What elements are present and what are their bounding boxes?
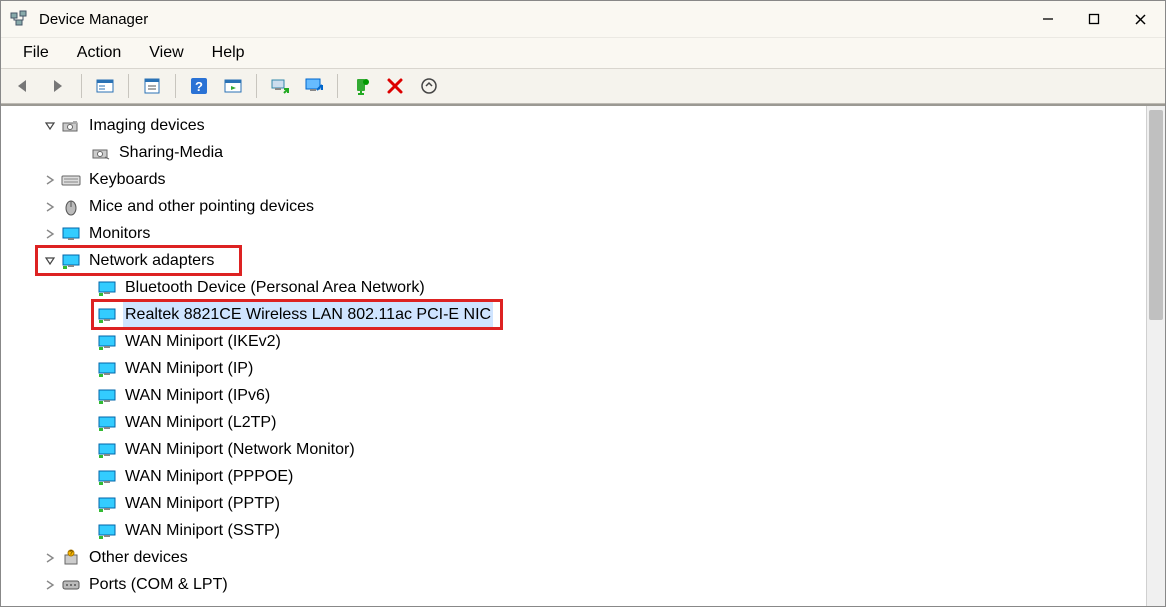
chevron-down-icon[interactable] <box>41 252 59 270</box>
show-hide-console-tree-button[interactable] <box>90 71 120 101</box>
chevron-right-icon[interactable] <box>41 225 59 243</box>
tree-node-label: Network adapters <box>87 247 216 274</box>
network-adapter-icon <box>61 251 81 271</box>
chevron-right-icon[interactable] <box>41 549 59 567</box>
mouse-icon <box>61 197 81 217</box>
maximize-button[interactable] <box>1071 3 1117 35</box>
imaging-device-icon <box>91 143 111 163</box>
chevron-right-icon[interactable] <box>41 171 59 189</box>
chevron-right-icon[interactable] <box>41 198 59 216</box>
network-adapter-icon <box>97 332 117 352</box>
vertical-scrollbar[interactable] <box>1146 106 1165 606</box>
tree-node-keyboards[interactable]: Keyboards <box>1 166 1165 193</box>
properties-button[interactable] <box>137 71 167 101</box>
tree-leaf-realtek-wireless[interactable]: Realtek 8821CE Wireless LAN 802.11ac PCI… <box>1 301 1165 328</box>
network-adapter-icon <box>97 440 117 460</box>
titlebar: Device Manager <box>1 1 1165 37</box>
back-button[interactable] <box>9 71 39 101</box>
device-manager-window: Device Manager File Action View Help ? <box>0 0 1166 607</box>
window-title: Device Manager <box>39 11 148 28</box>
tree-leaf-sharing-media[interactable]: Sharing-Media <box>1 139 1165 166</box>
toolbar-separator <box>81 74 82 98</box>
tree-leaf-wan-miniport[interactable]: WAN Miniport (IPv6) <box>1 382 1165 409</box>
uninstall-device-button[interactable] <box>380 71 410 101</box>
tree-node-label: WAN Miniport (PPTP) <box>123 490 282 517</box>
toolbar-separator <box>256 74 257 98</box>
tree-node-label: Imaging devices <box>87 112 207 139</box>
keyboard-icon <box>61 170 81 190</box>
tree-node-ports[interactable]: Ports (COM & LPT) <box>1 571 1165 598</box>
network-adapter-icon <box>97 305 117 325</box>
action-panel-button[interactable] <box>218 71 248 101</box>
app-icon <box>9 9 29 29</box>
menubar: File Action View Help <box>1 37 1165 68</box>
tree-leaf-wan-miniport[interactable]: WAN Miniport (IKEv2) <box>1 328 1165 355</box>
menu-help[interactable]: Help <box>198 40 259 66</box>
network-adapter-icon <box>97 467 117 487</box>
toolbar-separator <box>337 74 338 98</box>
tree-node-label: WAN Miniport (IKEv2) <box>123 328 283 355</box>
device-tree-panel: Imaging devices Sharing-Media Keyboards … <box>1 104 1165 606</box>
svg-text:?: ? <box>195 79 203 94</box>
tree-node-mice[interactable]: Mice and other pointing devices <box>1 193 1165 220</box>
chevron-down-icon[interactable] <box>41 117 59 135</box>
minimize-button[interactable] <box>1025 3 1071 35</box>
tree-node-label: WAN Miniport (IP) <box>123 355 255 382</box>
tree-node-label: Bluetooth Device (Personal Area Network) <box>123 274 427 301</box>
imaging-device-icon <box>61 116 81 136</box>
tree-node-label: WAN Miniport (SSTP) <box>123 517 282 544</box>
tree-node-label: WAN Miniport (IPv6) <box>123 382 272 409</box>
network-adapter-icon <box>97 386 117 406</box>
monitor-icon <box>61 224 81 244</box>
tree-leaf-wan-miniport[interactable]: WAN Miniport (PPPOE) <box>1 463 1165 490</box>
tree-leaf-wan-miniport[interactable]: WAN Miniport (SSTP) <box>1 517 1165 544</box>
network-adapter-icon <box>97 521 117 541</box>
tree-node-imaging-devices[interactable]: Imaging devices <box>1 112 1165 139</box>
tree-node-label: Monitors <box>87 220 152 247</box>
tree-node-label: Keyboards <box>87 166 168 193</box>
tree-leaf-wan-miniport[interactable]: WAN Miniport (PPTP) <box>1 490 1165 517</box>
tree-node-label: Ports (COM & LPT) <box>87 571 230 598</box>
tree-node-label: WAN Miniport (L2TP) <box>123 409 278 436</box>
tree-leaf-bluetooth-device[interactable]: Bluetooth Device (Personal Area Network) <box>1 274 1165 301</box>
network-adapter-icon <box>97 359 117 379</box>
device-tree[interactable]: Imaging devices Sharing-Media Keyboards … <box>1 106 1165 598</box>
chevron-right-icon[interactable] <box>41 576 59 594</box>
toolbar-separator <box>128 74 129 98</box>
help-button[interactable]: ? <box>184 71 214 101</box>
toolbar: ? <box>1 68 1165 104</box>
tree-node-label: WAN Miniport (PPPOE) <box>123 463 295 490</box>
tree-node-label: Realtek 8821CE Wireless LAN 802.11ac PCI… <box>123 301 493 328</box>
menu-file[interactable]: File <box>9 40 63 66</box>
tree-leaf-wan-miniport[interactable]: WAN Miniport (IP) <box>1 355 1165 382</box>
menu-action[interactable]: Action <box>63 40 135 66</box>
tree-leaf-wan-miniport[interactable]: WAN Miniport (Network Monitor) <box>1 436 1165 463</box>
tree-node-label: Other devices <box>87 544 190 571</box>
tree-node-other-devices[interactable]: ? Other devices <box>1 544 1165 571</box>
toolbar-separator <box>175 74 176 98</box>
network-adapter-icon <box>97 494 117 514</box>
tree-leaf-wan-miniport[interactable]: WAN Miniport (L2TP) <box>1 409 1165 436</box>
tree-node-monitors[interactable]: Monitors <box>1 220 1165 247</box>
tree-node-label: Sharing-Media <box>117 139 225 166</box>
enable-device-button[interactable] <box>346 71 376 101</box>
network-adapter-icon <box>97 278 117 298</box>
disable-device-button[interactable] <box>299 71 329 101</box>
close-button[interactable] <box>1117 3 1163 35</box>
scan-hardware-button[interactable] <box>414 71 444 101</box>
other-device-icon: ? <box>61 548 81 568</box>
forward-button[interactable] <box>43 71 73 101</box>
menu-view[interactable]: View <box>135 40 197 66</box>
port-icon <box>61 575 81 595</box>
tree-node-label: Mice and other pointing devices <box>87 193 316 220</box>
update-driver-button[interactable] <box>265 71 295 101</box>
scrollbar-thumb[interactable] <box>1149 110 1163 320</box>
network-adapter-icon <box>97 413 117 433</box>
tree-node-label: WAN Miniport (Network Monitor) <box>123 436 357 463</box>
tree-node-network-adapters[interactable]: Network adapters <box>1 247 1165 274</box>
